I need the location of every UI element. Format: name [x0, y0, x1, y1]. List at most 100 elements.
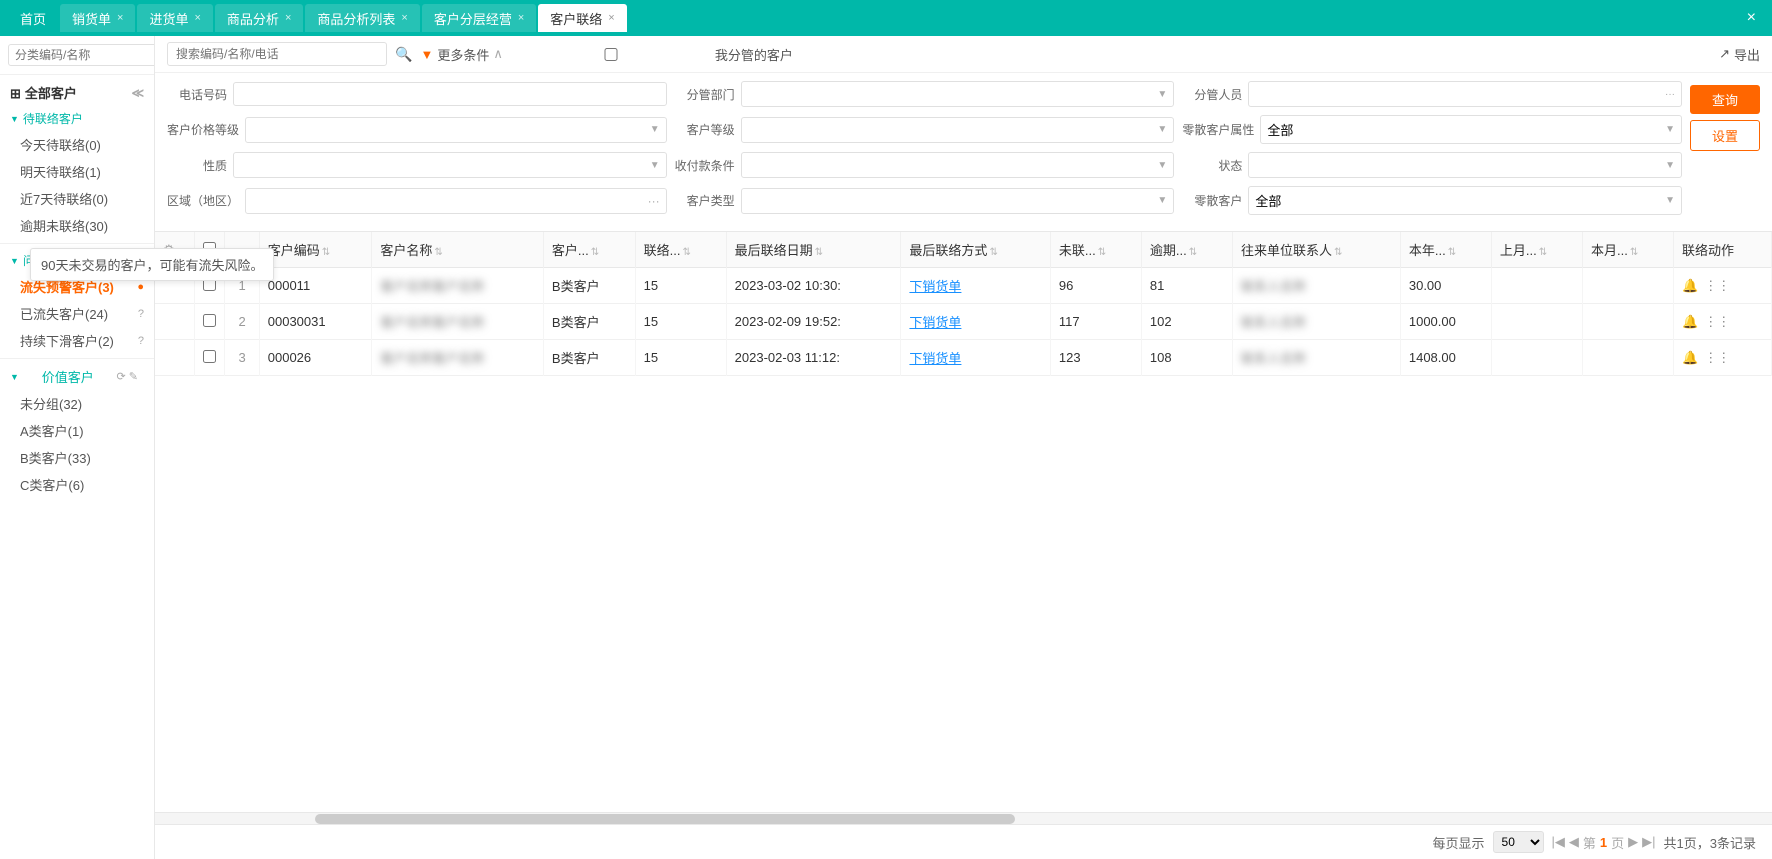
tab-sales[interactable]: 销货单 × [60, 4, 135, 32]
last-method-link-1[interactable]: 下销货单 [909, 315, 961, 330]
last-method-link-0[interactable]: 下销货单 [909, 279, 961, 294]
sidebar-group-value[interactable]: 价值客户 ⟳ ✎ [0, 363, 154, 390]
retail-attr-select[interactable]: 全部 ▼ [1260, 115, 1682, 144]
tab-purchase-close[interactable]: × [194, 12, 200, 24]
action-more-1[interactable]: ⋮⋮ [1704, 314, 1730, 330]
tab-customer-contact-close[interactable]: × [608, 12, 614, 24]
cust-level-select[interactable]: ▼ [741, 117, 1175, 143]
page-label: 第 [1583, 833, 1596, 852]
person-select[interactable]: ··· [1248, 81, 1682, 107]
sidebar-item-7days[interactable]: 近7天待联络(0) [0, 185, 154, 212]
horizontal-scrollbar[interactable] [155, 812, 1772, 824]
th-last-method[interactable]: 最后联络方式⇅ [901, 232, 1050, 268]
sort-contact[interactable]: ⇅ [682, 247, 690, 258]
sidebar-item-class-c[interactable]: C类客户(6) [0, 471, 154, 498]
sidebar-group-waiting[interactable]: 待联络客户 [0, 106, 154, 131]
action-contact-0[interactable]: 🔔 [1682, 278, 1698, 294]
th-this-month[interactable]: 本月...⇅ [1582, 232, 1673, 268]
sidebar-item-overdue-contact[interactable]: 逾期未联络(30) [0, 212, 154, 239]
sidebar-item-class-a[interactable]: A类客户(1) [0, 417, 154, 444]
td-last-method-0[interactable]: 下销货单 [901, 268, 1050, 304]
page-next-btn[interactable]: ▶ [1628, 834, 1638, 850]
sort-current-year[interactable]: ⇅ [1448, 247, 1456, 258]
cust-type-select[interactable]: ▼ [741, 188, 1175, 214]
sidebar-collapse-icon[interactable]: ≪ [131, 86, 144, 100]
export-btn[interactable]: ↗ 导出 [1719, 45, 1760, 64]
td-last-method-1[interactable]: 下销货单 [901, 304, 1050, 340]
th-uncontact[interactable]: 未联...⇅ [1050, 232, 1141, 268]
tab-home[interactable]: 首页 [8, 4, 58, 32]
tab-customer-contact[interactable]: 客户联络 × [538, 4, 626, 32]
window-close-button[interactable]: × [1739, 9, 1764, 27]
last-method-link-2[interactable]: 下销货单 [909, 351, 961, 366]
tab-analysis-close[interactable]: × [285, 12, 291, 24]
phone-input[interactable] [233, 82, 667, 106]
region-more[interactable]: ··· [648, 194, 660, 208]
row-checkbox-1[interactable] [203, 314, 216, 327]
sort-type[interactable]: ⇅ [591, 247, 599, 258]
td-checkbox-1[interactable] [195, 304, 225, 340]
action-contact-1[interactable]: 🔔 [1682, 314, 1698, 330]
tab-analysis-list-close[interactable]: × [401, 12, 407, 24]
sidebar-item-churned[interactable]: 已流失客户(24) ? [0, 300, 154, 327]
sort-this-month[interactable]: ⇅ [1630, 247, 1638, 258]
th-contact-person[interactable]: 往来单位联系人⇅ [1232, 232, 1400, 268]
sidebar-item-class-b[interactable]: B类客户(33) [0, 444, 154, 471]
query-button[interactable]: 查询 [1690, 85, 1760, 114]
tab-analysis[interactable]: 商品分析 × [215, 4, 303, 32]
th-last-date[interactable]: 最后联络日期⇅ [726, 232, 901, 268]
sidebar-item-today[interactable]: 今天待联络(0) [0, 131, 154, 158]
payment-select[interactable]: ▼ [741, 152, 1175, 178]
row-checkbox-2[interactable] [203, 350, 216, 363]
search-input[interactable] [167, 42, 387, 66]
sidebar-item-ungroup[interactable]: 未分组(32) [0, 390, 154, 417]
td-last-method-2[interactable]: 下销货单 [901, 340, 1050, 376]
th-name[interactable]: 客户名称⇅ [372, 232, 544, 268]
retail-select[interactable]: 全部 ▼ [1248, 186, 1682, 215]
nature-select[interactable]: ▼ [233, 152, 667, 178]
search-btn[interactable]: 🔍 [395, 46, 412, 63]
th-last-month[interactable]: 上月...⇅ [1491, 232, 1582, 268]
sort-code[interactable]: ⇅ [322, 247, 330, 258]
price-level-select[interactable]: ▼ [245, 117, 667, 143]
sort-last-date[interactable]: ⇅ [815, 247, 823, 258]
more-conditions-btn[interactable]: ▼ 更多条件 ∧ [420, 45, 502, 64]
payment-label: 收付款条件 [675, 157, 735, 174]
sidebar-item-declining[interactable]: 持续下滑客户(2) ? [0, 327, 154, 354]
th-type[interactable]: 客户...⇅ [543, 232, 635, 268]
page-prev-btn[interactable]: ◀ [1569, 834, 1579, 850]
adv-filter-panel: 电话号码 分管部门 ▼ 分管人员 [155, 73, 1772, 232]
sort-overdue[interactable]: ⇅ [1189, 247, 1197, 258]
my-customers-checkbox[interactable] [511, 48, 711, 61]
th-contact[interactable]: 联络...⇅ [635, 232, 726, 268]
sidebar-all-customers[interactable]: ⊞全部客户 ≪ [0, 75, 154, 106]
sort-last-method[interactable]: ⇅ [989, 247, 997, 258]
tab-customer-tier[interactable]: 客户分层经营 × [422, 4, 536, 32]
my-customers-checkbox-label[interactable]: 我分管的客户 [511, 45, 793, 64]
tab-purchase[interactable]: 进货单 × [137, 4, 212, 32]
th-current-year[interactable]: 本年...⇅ [1400, 232, 1491, 268]
sort-name[interactable]: ⇅ [434, 247, 442, 258]
region-select[interactable]: ··· [245, 188, 667, 214]
th-code[interactable]: 客户编码⇅ [259, 232, 372, 268]
th-overdue[interactable]: 逾期...⇅ [1141, 232, 1232, 268]
scrollbar-thumb[interactable] [315, 814, 1015, 824]
status-select[interactable]: ▼ [1248, 152, 1682, 178]
sidebar-item-tomorrow[interactable]: 明天待联络(1) [0, 158, 154, 185]
per-page-select[interactable]: 50 100 200 [1493, 831, 1544, 853]
settings-button[interactable]: 设置 [1690, 120, 1760, 151]
action-more-0[interactable]: ⋮⋮ [1704, 278, 1730, 294]
sort-contact-person[interactable]: ⇅ [1334, 247, 1342, 258]
dept-select[interactable]: ▼ [741, 81, 1175, 107]
tab-customer-tier-close[interactable]: × [518, 12, 524, 24]
sort-last-month[interactable]: ⇅ [1539, 247, 1547, 258]
page-first-btn[interactable]: |◀ [1552, 834, 1565, 850]
tab-analysis-list[interactable]: 商品分析列表 × [305, 4, 419, 32]
action-more-2[interactable]: ⋮⋮ [1704, 350, 1730, 366]
tab-sales-close[interactable]: × [117, 12, 123, 24]
action-contact-2[interactable]: 🔔 [1682, 350, 1698, 366]
page-last-btn[interactable]: ▶| [1642, 834, 1655, 850]
sidebar-search-input[interactable] [8, 44, 155, 66]
td-checkbox-2[interactable] [195, 340, 225, 376]
sort-uncontact[interactable]: ⇅ [1098, 247, 1106, 258]
